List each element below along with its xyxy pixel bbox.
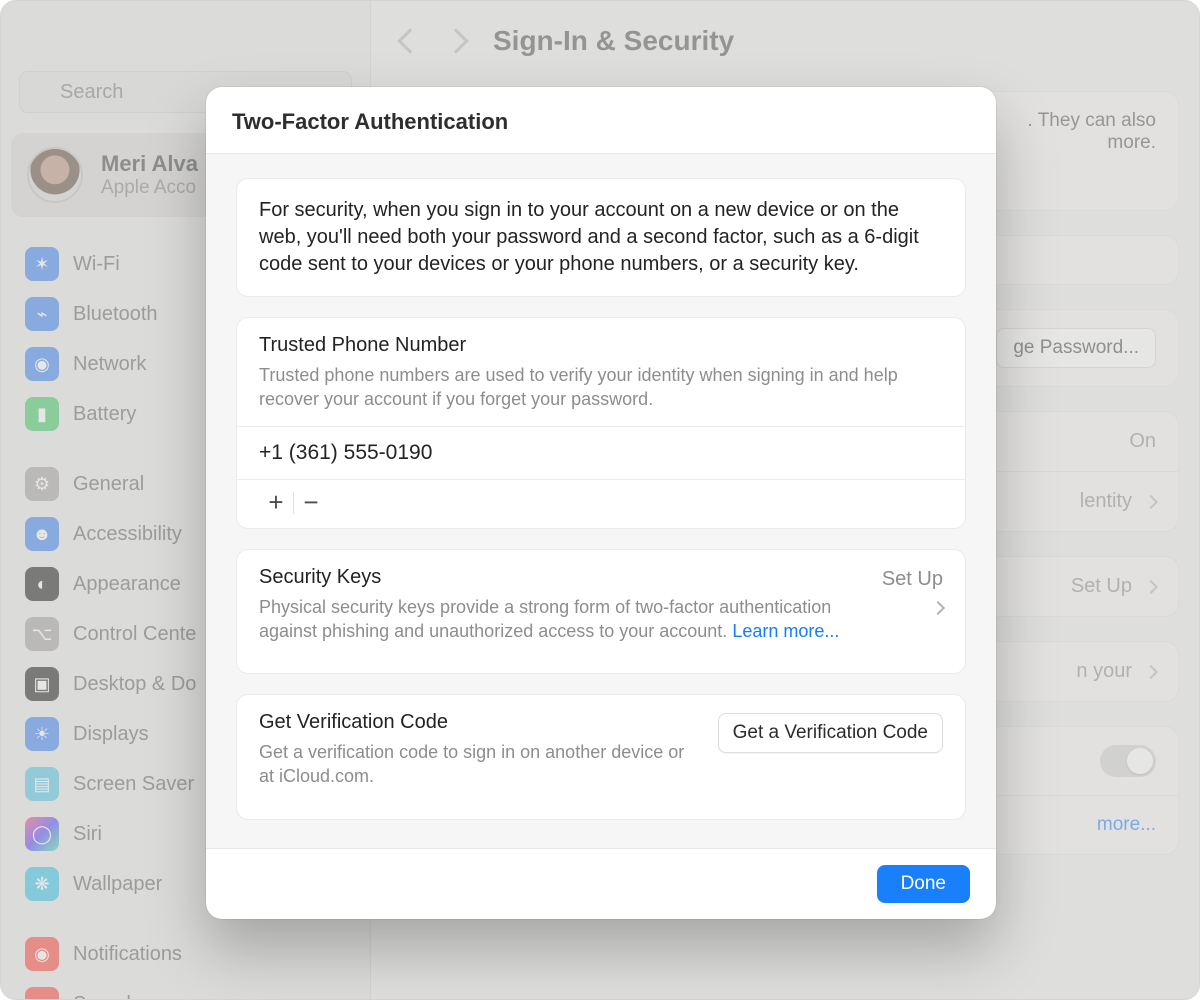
plus-icon: + xyxy=(268,487,283,518)
trusted-phone-card: Trusted Phone Number Trusted phone numbe… xyxy=(236,317,966,529)
chevron-right-icon xyxy=(931,601,945,615)
two-factor-sheet: Two-Factor Authentication For security, … xyxy=(206,87,996,919)
intro-text: For security, when you sign in to your a… xyxy=(259,199,919,275)
trusted-phone-title: Trusted Phone Number xyxy=(259,334,943,357)
learn-more-link[interactable]: Learn more... xyxy=(732,621,839,641)
security-keys-card[interactable]: Security Keys Physical security keys pro… xyxy=(236,549,966,675)
phone-add-remove-bar: + − xyxy=(237,479,965,528)
security-keys-title: Security Keys xyxy=(259,566,862,589)
verification-code-card: Get Verification Code Get a verification… xyxy=(236,694,966,820)
sheet-footer: Done xyxy=(206,848,996,919)
remove-phone-button[interactable]: − xyxy=(294,488,328,518)
sheet-body: For security, when you sign in to your a… xyxy=(206,154,996,848)
trusted-phone-sub: Trusted phone numbers are used to verify… xyxy=(259,363,943,426)
sheet-title: Two-Factor Authentication xyxy=(206,87,996,154)
add-phone-button[interactable]: + xyxy=(259,488,293,518)
get-verification-code-button[interactable]: Get a Verification Code xyxy=(718,713,943,753)
security-keys-sub: Physical security keys provide a strong … xyxy=(259,595,862,658)
minus-icon: − xyxy=(303,487,318,518)
done-button[interactable]: Done xyxy=(877,865,970,903)
phone-number-value: +1 (361) 555-0190 xyxy=(259,441,432,464)
phone-number-row[interactable]: +1 (361) 555-0190 xyxy=(237,426,965,479)
verification-code-title: Get Verification Code xyxy=(259,711,698,734)
intro-card: For security, when you sign in to your a… xyxy=(236,178,966,297)
verification-code-sub: Get a verification code to sign in on an… xyxy=(259,740,698,803)
setup-label: Set Up xyxy=(882,568,943,591)
